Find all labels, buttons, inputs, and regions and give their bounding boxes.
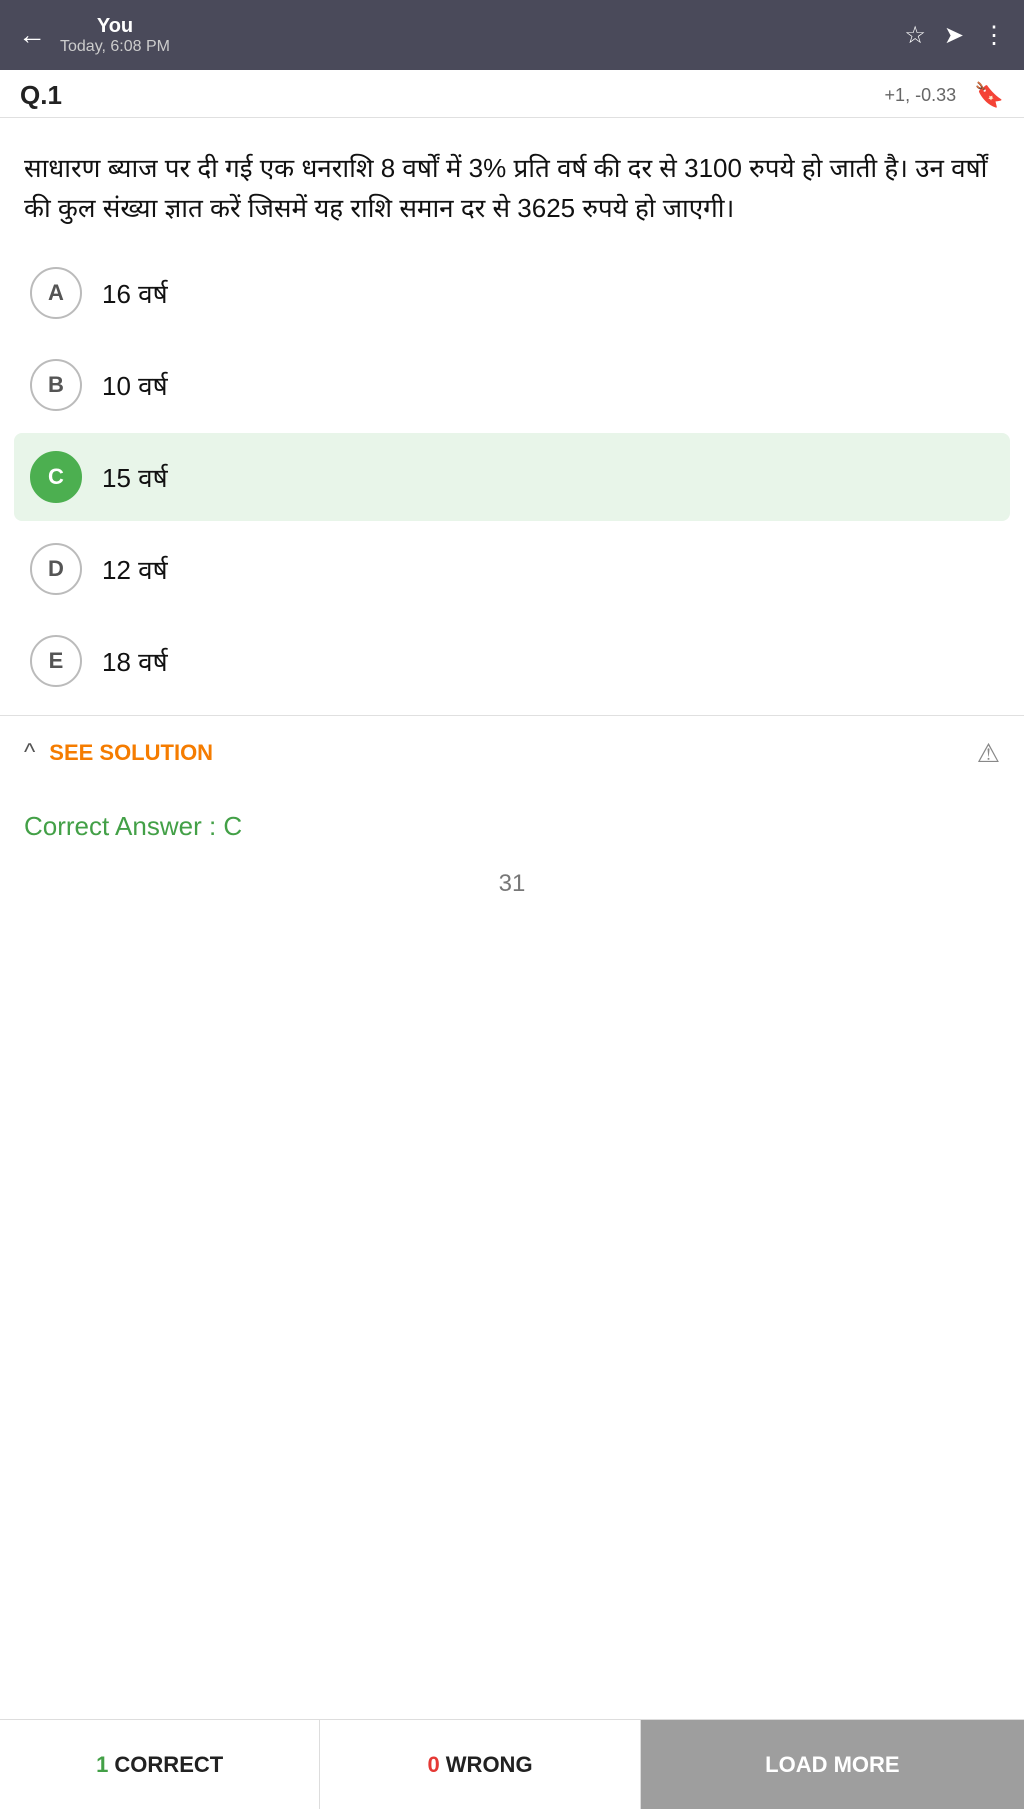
option-d-text: 12 वर्ष	[102, 551, 168, 587]
question-number: Q.1	[20, 80, 62, 111]
back-button[interactable]: ←	[18, 19, 46, 51]
wrong-label: WRONG	[446, 1752, 533, 1778]
question-text: साधारण ब्याज पर दी गई एक धनराशि 8 वर्षों…	[0, 118, 1024, 249]
correct-label: CORRECT	[114, 1752, 223, 1778]
bottom-bar: 1 CORRECT 0 WRONG LOAD MORE	[0, 1719, 1024, 1809]
option-d-circle: D	[30, 543, 82, 595]
correct-count: 1	[96, 1752, 108, 1778]
option-a[interactable]: A 16 वर्ष	[14, 249, 1010, 337]
top-bar-left: ← You Today, 6:08 PM	[18, 15, 170, 56]
wrong-count: 0	[428, 1752, 440, 1778]
page-number: 31	[0, 852, 1024, 908]
q-row: Q.1 +1, -0.33 🔖	[0, 70, 1024, 118]
score-label: +1, -0.33	[885, 85, 957, 106]
star-icon[interactable]: ☆	[904, 21, 926, 50]
chevron-up-icon[interactable]: ^	[24, 739, 35, 767]
option-b-circle: B	[30, 359, 82, 411]
option-d[interactable]: D 12 वर्ष	[14, 525, 1010, 613]
option-b-text: 10 वर्ष	[102, 367, 168, 403]
option-e-text: 18 वर्ष	[102, 643, 168, 679]
more-icon[interactable]: ⋮	[982, 21, 1006, 50]
share-icon[interactable]: ➤	[944, 21, 964, 50]
option-e-circle: E	[30, 635, 82, 687]
top-bar: ← You Today, 6:08 PM ☆ ➤ ⋮	[0, 0, 1024, 70]
option-c[interactable]: C 15 वर्ष	[14, 433, 1010, 521]
option-a-text: 16 वर्ष	[102, 275, 168, 311]
option-e[interactable]: E 18 वर्ष	[14, 617, 1010, 705]
option-a-circle: A	[30, 267, 82, 319]
solution-row: ^ SEE SOLUTION ⚠	[0, 715, 1024, 791]
option-c-circle: C	[30, 451, 82, 503]
correct-answer: Correct Answer : C	[0, 791, 1024, 852]
time-label: Today, 6:08 PM	[60, 38, 170, 56]
top-bar-center: You Today, 6:08 PM	[60, 15, 170, 56]
load-more-button[interactable]: LOAD MORE	[641, 1720, 1024, 1809]
wrong-segment[interactable]: 0 WRONG	[320, 1720, 640, 1809]
see-solution-button[interactable]: SEE SOLUTION	[49, 740, 213, 766]
solution-left: ^ SEE SOLUTION	[24, 739, 213, 767]
option-c-text: 15 वर्ष	[102, 459, 168, 495]
option-b[interactable]: B 10 वर्ष	[14, 341, 1010, 429]
bookmark-icon[interactable]: 🔖	[974, 81, 1004, 110]
options-list: A 16 वर्ष B 10 वर्ष C 15 वर्ष D 12 वर्ष …	[0, 249, 1024, 705]
top-bar-right: ☆ ➤ ⋮	[904, 21, 1006, 50]
warning-icon[interactable]: ⚠	[977, 738, 1000, 769]
you-label: You	[97, 15, 133, 38]
correct-segment[interactable]: 1 CORRECT	[0, 1720, 320, 1809]
load-more-label: LOAD MORE	[765, 1752, 899, 1778]
